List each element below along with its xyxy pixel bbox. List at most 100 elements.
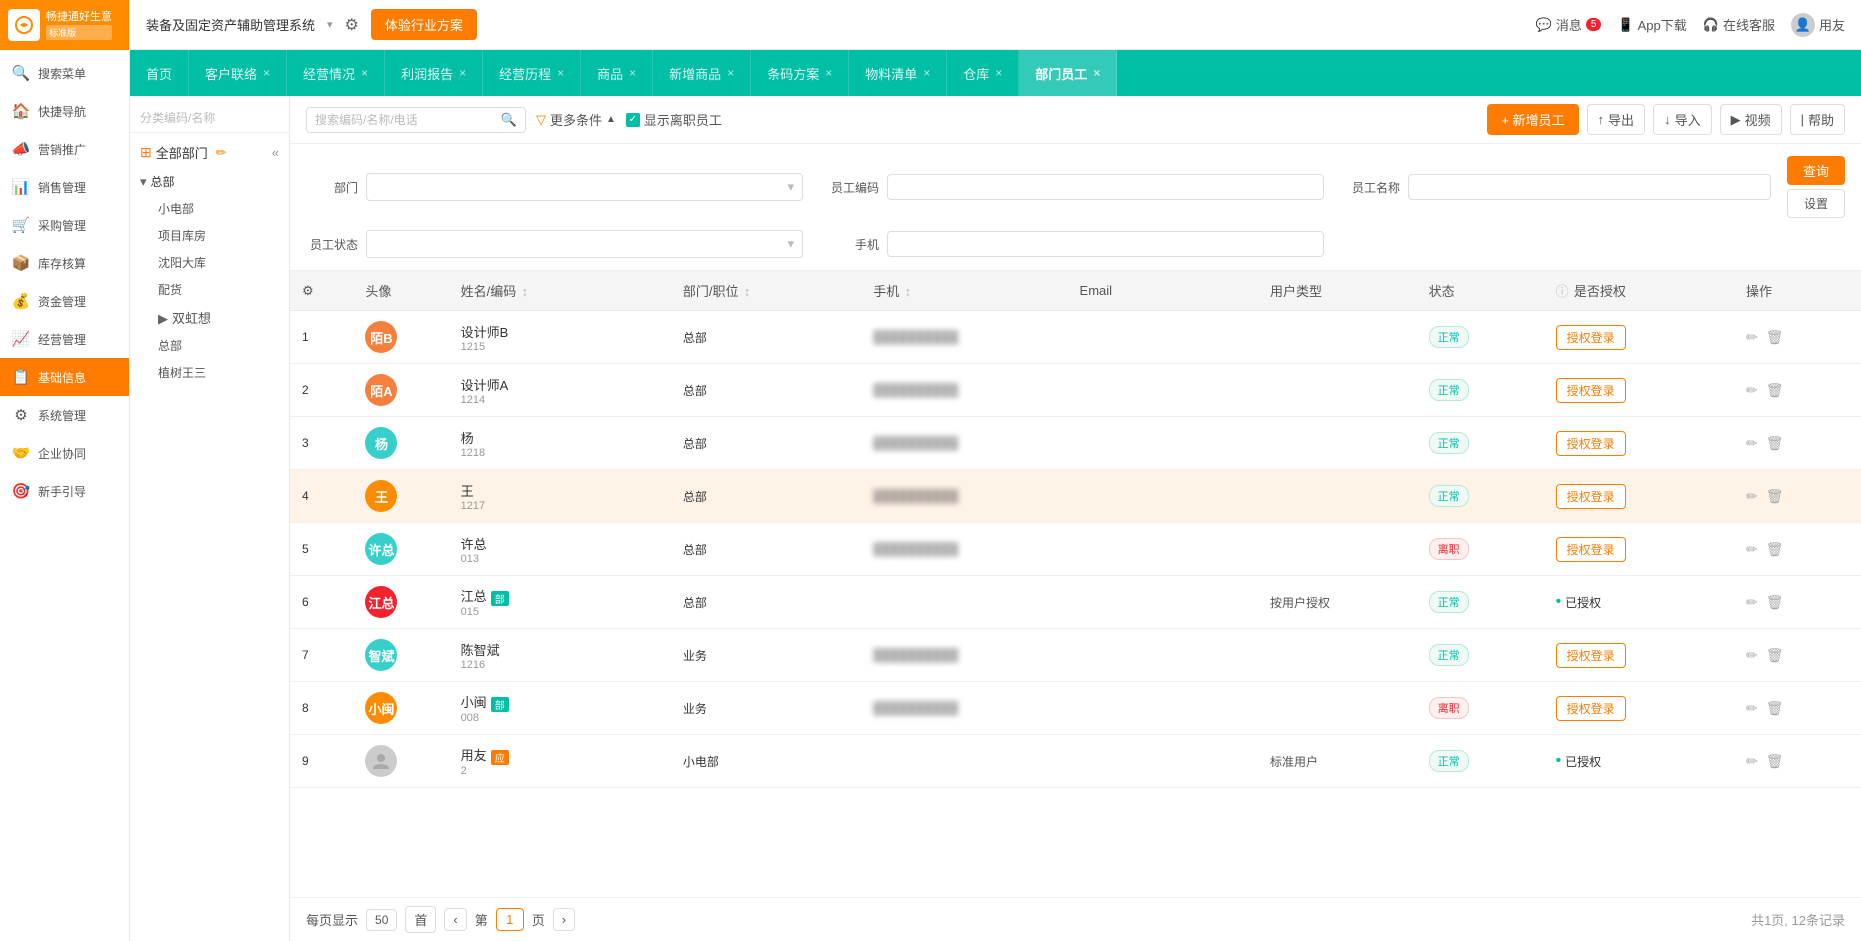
phone-input[interactable] [887,231,1324,257]
authorize-button[interactable]: 授权登录 [1556,643,1626,668]
tree-node-shenyang[interactable]: 沈阳大库 [130,249,289,276]
sidebar-item-shortcut[interactable]: 🏠 快捷导航 [0,92,129,130]
more-filter-toggle[interactable]: ▽ 更多条件 ▲ [536,110,616,129]
tab-customer-close[interactable]: × [263,66,270,80]
authorize-button[interactable]: 授权登录 [1556,484,1626,509]
tab-warehouse-close[interactable]: × [995,66,1002,80]
sidebar-item-sales[interactable]: 📊 销售管理 [0,168,129,206]
tab-journey-close[interactable]: × [557,66,564,80]
sidebar-item-search[interactable]: 🔍 搜索菜单 [0,54,129,92]
edit-icon[interactable]: ✏ [1746,435,1758,452]
edit-icon[interactable]: ✏ [1746,753,1758,770]
tab-journey[interactable]: 经营历程 × [483,50,581,96]
delete-icon[interactable]: 🗑 [1766,435,1784,452]
edit-icon[interactable]: ✏ [1746,594,1758,611]
emp-code-input[interactable] [887,174,1324,200]
tab-barcode-close[interactable]: × [825,66,832,80]
tab-bom[interactable]: 物料清单 × [849,50,947,96]
tab-customer[interactable]: 客户联络 × [189,50,287,96]
sidebar-item-system[interactable]: ⚙ 系统管理 [0,396,129,434]
col-settings[interactable]: ⚙ [290,271,353,311]
authorize-button[interactable]: 授权登录 [1556,378,1626,403]
collapse-icon[interactable]: « [272,145,279,160]
dept-filter-select[interactable]: ▾ [366,173,803,201]
next-page-button[interactable]: › [553,908,575,931]
sidebar-item-marketing[interactable]: 📣 营销推广 [0,130,129,168]
tab-profit-close[interactable]: × [459,66,466,80]
query-button[interactable]: 查询 [1787,156,1845,185]
app-download-button[interactable]: 📱 App下载 [1617,15,1686,34]
view-button[interactable]: ▶ 视频 [1720,104,1782,135]
tab-goods-close[interactable]: × [629,66,636,80]
authorize-button[interactable]: 授权登录 [1556,537,1626,562]
delete-icon[interactable]: 🗑 [1766,488,1784,505]
tab-operations[interactable]: 经营情况 × [287,50,385,96]
show-resigned-toggle[interactable]: 显示离职员工 [626,110,722,129]
tab-goods[interactable]: 商品 × [581,50,653,96]
sidebar-item-basic[interactable]: 📋 基础信息 [0,358,129,396]
delete-icon[interactable]: 🗑 [1766,594,1784,611]
authorize-button[interactable]: 授权登录 [1556,696,1626,721]
search-icon[interactable]: 🔍 [501,112,517,128]
tree-node-distribution[interactable]: 配货 [130,276,289,303]
edit-icon[interactable]: ✏ [1746,329,1758,346]
user-menu[interactable]: 👤 用友 [1791,13,1845,37]
edit-icon[interactable]: ✏ [1746,647,1758,664]
edit-icon[interactable]: ✏ [216,145,227,161]
emp-name-input[interactable] [1408,174,1771,200]
col-dept[interactable]: 部门/职位 ↕ [671,271,861,311]
tab-home[interactable]: 首页 [130,50,189,96]
resigned-checkbox[interactable] [626,113,640,127]
search-input[interactable] [315,113,497,127]
tree-node-shuanghong[interactable]: ▶双虹想 [130,303,289,332]
tree-node-electronics[interactable]: 小电部 [130,195,289,222]
tab-profit[interactable]: 利润报告 × [385,50,483,96]
export-button[interactable]: ↑ 导出 [1587,104,1646,135]
tab-employees[interactable]: 部门员工 × [1019,50,1117,96]
settings-icon[interactable]: ⚙ [345,15,359,35]
current-page[interactable]: 1 [496,908,524,931]
delete-icon[interactable]: 🗑 [1766,647,1784,664]
emp-status-select[interactable]: ▾ [366,230,803,258]
delete-icon[interactable]: 🗑 [1766,329,1784,346]
dept-search-input[interactable] [140,111,290,125]
delete-icon[interactable]: 🗑 [1766,382,1784,399]
col-name[interactable]: 姓名/编码 ↕ [449,271,671,311]
edit-icon[interactable]: ✏ [1746,382,1758,399]
sidebar-item-operations[interactable]: 📈 经营管理 [0,320,129,358]
sidebar-item-guide[interactable]: 🎯 新手引导 [0,472,129,510]
tab-employees-close[interactable]: × [1093,66,1100,80]
import-button[interactable]: ↓ 导入 [1653,104,1712,135]
tab-new-goods[interactable]: 新增商品 × [653,50,751,96]
sidebar-item-inventory[interactable]: 📦 库存核算 [0,244,129,282]
authorize-button[interactable]: 授权登录 [1556,325,1626,350]
all-dept-label[interactable]: 全部部门 [156,143,208,162]
add-employee-button[interactable]: + 新增员工 [1487,104,1578,135]
delete-icon[interactable]: 🗑 [1766,700,1784,717]
authorize-button[interactable]: 授权登录 [1556,431,1626,456]
reset-button[interactable]: 设置 [1787,189,1845,218]
edit-icon[interactable]: ✏ [1746,541,1758,558]
delete-icon[interactable]: 🗑 [1766,541,1784,558]
first-page-button[interactable]: 首 [405,906,436,933]
tab-warehouse[interactable]: 仓库 × [947,50,1019,96]
tree-node-zhishu[interactable]: 植树王三 [130,359,289,386]
online-service-button[interactable]: 🎧 在线客服 [1703,15,1775,34]
col-phone[interactable]: 手机 ↕ [861,271,1067,311]
message-button[interactable]: 💬 消息 5 [1536,15,1602,34]
tree-node-hq[interactable]: 总部 [130,332,289,359]
sidebar-item-purchase[interactable]: 🛒 采购管理 [0,206,129,244]
edit-icon[interactable]: ✏ [1746,700,1758,717]
edit-icon[interactable]: ✏ [1746,488,1758,505]
tab-operations-close[interactable]: × [361,66,368,80]
prev-page-button[interactable]: ‹ [444,908,466,931]
tree-node-project-store[interactable]: 项目库房 [130,222,289,249]
trial-button[interactable]: 体验行业方案 [371,9,477,40]
sidebar-item-corp[interactable]: 🤝 企业协同 [0,434,129,472]
dropdown-icon[interactable]: ▾ [327,18,333,31]
tab-bom-close[interactable]: × [923,66,930,80]
tab-barcode[interactable]: 条码方案 × [751,50,849,96]
sidebar-item-finance[interactable]: 💰 资金管理 [0,282,129,320]
per-page-select[interactable]: 50 [366,909,397,931]
help-button[interactable]: | 帮助 [1790,104,1845,135]
